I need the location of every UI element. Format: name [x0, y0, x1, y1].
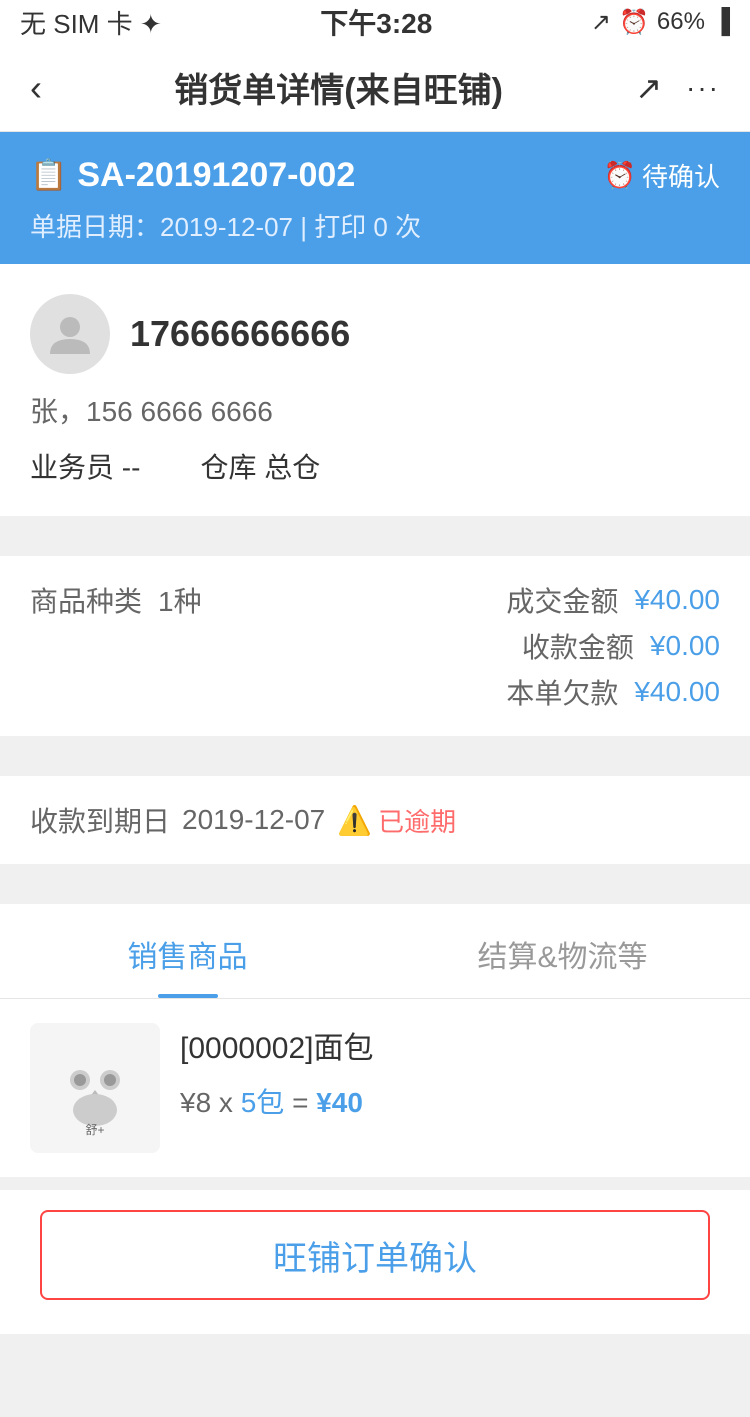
due-section: 收款到期日 2019-12-07 ⚠️ 已逾期 [0, 776, 750, 864]
battery-icon: ▐ [713, 8, 730, 36]
transaction-row: 成交金额 ¥40.00 [506, 580, 720, 620]
transaction-label: 成交金额 [506, 580, 618, 620]
customer-section: 17666666666 张，156 6666 6666 业务员 -- 仓库 总仓 [0, 264, 750, 516]
alarm-icon: ⏰ [619, 8, 649, 37]
status-text: 待确认 [642, 157, 720, 194]
customer-name-detail: 张，156 6666 6666 [30, 390, 720, 430]
salesperson-label: 业务员 -- [30, 446, 140, 486]
balance-row: 本单欠款 ¥40.00 [506, 672, 720, 712]
payment-value: ¥0.00 [650, 630, 720, 662]
order-date: 单据日期：2019-12-07 | 打印 0 次 [30, 207, 720, 244]
order-header: 📋 SA-20191207-002 ⏰ 待确认 单据日期：2019-12-07 … [0, 132, 750, 264]
avatar [30, 294, 110, 374]
product-type-value: 1种 [158, 580, 202, 620]
total-price: ¥40 [316, 1087, 363, 1118]
overdue-badge: ⚠️ 已逾期 [337, 802, 456, 839]
warning-icon: ⚠️ [337, 804, 372, 837]
product-info: [0000002]面包 ¥8 x 5包 = ¥40 [180, 1023, 720, 1121]
product-item: 舒+ [0000002]面包 ¥8 x 5包 = ¥40 [0, 999, 750, 1177]
clock-icon: ⏰ [604, 160, 636, 191]
payment-row: 收款金额 ¥0.00 [522, 626, 720, 666]
back-button[interactable]: ‹ [30, 67, 42, 109]
tabs-header: 销售商品 结算&物流等 [0, 904, 750, 999]
bottom-bar: 旺铺订单确认 [0, 1190, 750, 1334]
product-thumbnail: 舒+ [30, 1023, 160, 1153]
page-title: 销货单详情(来自旺铺) [174, 63, 503, 112]
product-type-row: 商品种类 1种 [30, 580, 506, 620]
battery-text: 66% [657, 8, 705, 36]
due-date-label: 收款到期日 [30, 800, 170, 840]
tabs-section: 销售商品 结算&物流等 舒+ [0000002]面包 ¥8 [0, 904, 750, 1177]
customer-phone: 17666666666 [130, 313, 350, 355]
share-icon[interactable]: ↗ [635, 69, 662, 107]
order-id-text: SA-20191207-002 [77, 156, 355, 195]
order-id-row: 📋 SA-20191207-002 [30, 156, 355, 195]
svg-text:舒+: 舒+ [85, 1123, 104, 1137]
quantity: 5包 [241, 1087, 285, 1118]
confirm-button[interactable]: 旺铺订单确认 [40, 1210, 710, 1300]
salesperson-value: -- [122, 452, 141, 483]
warehouse-label: 仓库 总仓 [200, 446, 320, 486]
product-type-label: 商品种类 [30, 580, 142, 620]
nav-actions: ↗ ··· [635, 69, 720, 107]
overdue-text: 已逾期 [378, 802, 456, 839]
transaction-value: ¥40.00 [634, 584, 720, 616]
status-left: 无 SIM 卡 ✦ [20, 4, 162, 41]
product-name: [0000002]面包 [180, 1023, 720, 1067]
status-time: 下午3:28 [320, 2, 432, 42]
divider-3 [0, 884, 750, 904]
due-date-value: 2019-12-07 [182, 804, 325, 836]
stats-left: 商品种类 1种 [30, 580, 506, 626]
product-price: ¥8 x 5包 = ¥40 [180, 1081, 720, 1121]
payment-label: 收款金额 [522, 626, 634, 666]
divider-2 [0, 756, 750, 776]
warehouse-value: 总仓 [264, 452, 320, 483]
balance-value: ¥40.00 [634, 676, 720, 708]
more-icon[interactable]: ··· [686, 72, 720, 104]
stats-section: 商品种类 1种 成交金额 ¥40.00 收款金额 ¥0.00 本单欠款 ¥40.… [0, 556, 750, 736]
customer-meta: 业务员 -- 仓库 总仓 [30, 446, 720, 486]
order-status: ⏰ 待确认 [604, 157, 720, 194]
divider-1 [0, 536, 750, 556]
location-icon: ↗ [591, 8, 611, 37]
balance-label: 本单欠款 [506, 672, 618, 712]
tab-sales-products[interactable]: 销售商品 [0, 904, 375, 998]
nav-bar: ‹ 销货单详情(来自旺铺) ↗ ··· [0, 44, 750, 132]
status-right: ↗ ⏰ 66% ▐ [591, 8, 730, 37]
no-sim-text: 无 SIM 卡 ✦ [20, 4, 162, 41]
tab-settlement[interactable]: 结算&物流等 [375, 904, 750, 998]
stats-right: 成交金额 ¥40.00 收款金额 ¥0.00 本单欠款 ¥40.00 [506, 580, 720, 712]
status-bar: 无 SIM 卡 ✦ 下午3:28 ↗ ⏰ 66% ▐ [0, 0, 750, 44]
customer-top: 17666666666 [30, 294, 720, 374]
price-value: ¥8 [180, 1087, 211, 1118]
invoice-icon: 📋 [30, 158, 67, 193]
